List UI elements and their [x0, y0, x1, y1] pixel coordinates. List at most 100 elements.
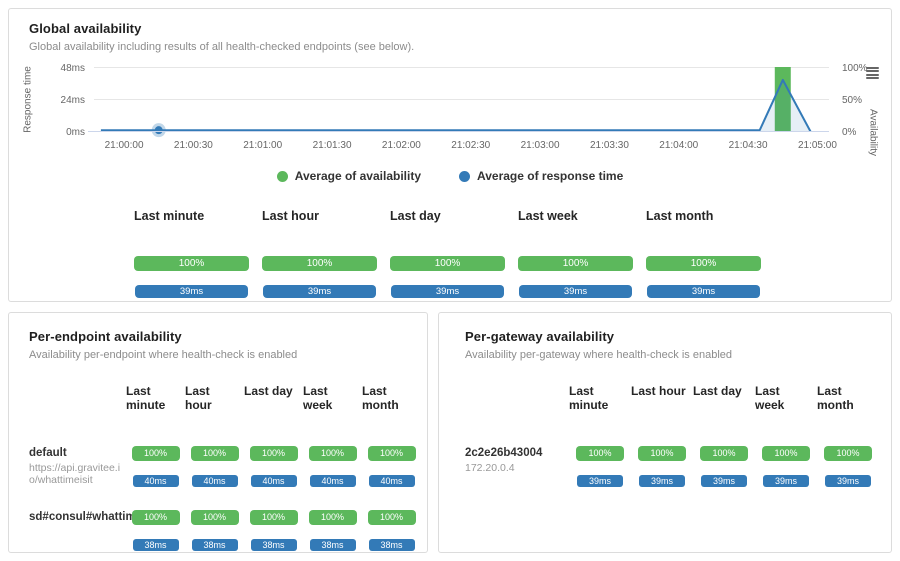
health-check-dashboard: Global availability Global availability …	[0, 0, 900, 561]
global-availability-subtitle: Global availability including results of…	[29, 41, 871, 53]
x-axis-tick-label: 21:01:30	[313, 140, 352, 151]
x-axis-tick-label: 21:04:30	[729, 140, 768, 151]
response-time-badge: 39ms	[763, 475, 809, 487]
availability-badge: 100%	[518, 256, 633, 271]
x-axis-tick-label: 21:01:00	[243, 140, 282, 151]
per-endpoint-availability-card: Per-endpoint availability Availability p…	[8, 312, 428, 553]
availability-badge: 100%	[132, 510, 180, 525]
availability-badge: 100%	[191, 510, 239, 525]
column-header: Last minute	[126, 385, 185, 413]
column-header: Last minute	[569, 385, 631, 413]
left-axis-tick-label: 24ms	[45, 95, 85, 106]
endpoint-row-header: sd#consul#whattimeisit	[29, 510, 126, 551]
response-time-badge: 39ms	[263, 285, 376, 298]
table-cell: 100% 40ms	[244, 446, 303, 487]
chart-legend: Average of availability Average of respon…	[29, 169, 871, 183]
left-axis-title: Response time	[23, 55, 34, 145]
availability-badge: 100%	[368, 510, 416, 525]
table-corner-cell	[29, 385, 126, 413]
table-cell: 100% 39ms	[755, 446, 817, 487]
availability-badge: 100%	[250, 446, 298, 461]
summary-period-label: Last day	[390, 209, 518, 223]
global-availability-card: Global availability Global availability …	[8, 8, 892, 302]
response-time-badge: 39ms	[577, 475, 623, 487]
left-axis-tick-label: 0ms	[45, 127, 85, 138]
column-header: Last day	[244, 385, 303, 413]
per-gateway-availability-card: Per-gateway availability Availability pe…	[438, 312, 892, 553]
x-axis-tick-label: 21:00:30	[174, 140, 213, 151]
legend-dot-icon	[277, 171, 288, 182]
response-time-badge: 39ms	[647, 285, 760, 298]
x-axis-tick-label: 21:03:30	[590, 140, 629, 151]
x-axis-tick-label: 21:02:30	[451, 140, 490, 151]
table-cell: 100% 39ms	[817, 446, 879, 487]
table-cell: 100%39ms	[693, 446, 755, 487]
table-cell: 100% 39ms	[569, 446, 631, 487]
response-time-badge: 40ms	[192, 475, 238, 487]
per-gateway-title: Per-gateway availability	[465, 329, 891, 344]
right-axis-tick-label: 50%	[842, 95, 862, 106]
column-header: Last day	[693, 385, 755, 413]
x-axis-tick-label: 21:00:00	[105, 140, 144, 151]
row-spacer	[29, 413, 421, 446]
response-time-badge: 38ms	[133, 539, 179, 551]
availability-badge: 100%	[824, 446, 872, 461]
global-availability-chart[interactable]: Response time Availability 0ms24ms48ms 0…	[9, 59, 891, 159]
response-time-line	[101, 80, 811, 132]
right-axis-title: Availability	[868, 93, 879, 173]
response-time-badge: 38ms	[192, 539, 238, 551]
availability-summary: Last minute100%39msLast hour100%39msLast…	[29, 209, 871, 298]
summary-column: Last minute100%39ms	[134, 209, 262, 298]
right-axis-tick-label: 0%	[842, 127, 856, 138]
legend-item[interactable]: Average of availability	[277, 169, 421, 183]
row-spacer	[29, 487, 421, 510]
response-time-badge: 38ms	[251, 539, 297, 551]
chart-plot-area[interactable]	[94, 67, 829, 132]
availability-badge: 100%	[576, 446, 624, 461]
column-header: Last month	[817, 385, 879, 413]
summary-column: Last day100%39ms	[390, 209, 518, 298]
table-corner-cell	[465, 385, 569, 413]
availability-badge: 100%	[368, 446, 416, 461]
table-cell: 100% 40ms	[185, 446, 244, 487]
gateway-detail: 172.20.0.4	[465, 462, 569, 474]
per-gateway-subtitle: Availability per-gateway where health-ch…	[465, 349, 891, 361]
summary-period-label: Last hour	[262, 209, 390, 223]
summary-column: Last week100%39ms	[518, 209, 646, 298]
x-axis-tick-label: 21:02:00	[382, 140, 421, 151]
gateway-name: 2c2e26b43004	[465, 447, 569, 459]
legend-label: Average of response time	[477, 169, 623, 183]
column-header: Last week	[303, 385, 362, 413]
response-time-badge: 38ms	[310, 539, 356, 551]
response-time-badge: 40ms	[251, 475, 297, 487]
left-axis-tick-label: 48ms	[45, 63, 85, 74]
column-header: Last hour	[631, 385, 693, 413]
endpoint-name: sd#consul#whattimeisit	[29, 511, 126, 523]
response-time-badge: 39ms	[391, 285, 504, 298]
gateway-row-header: 2c2e26b43004 172.20.0.4	[465, 446, 569, 487]
availability-badge: 100%	[309, 510, 357, 525]
legend-dot-icon	[459, 171, 470, 182]
summary-column: Last month100%39ms	[646, 209, 774, 298]
response-time-badge: 39ms	[825, 475, 871, 487]
availability-badge: 100%	[762, 446, 810, 461]
endpoint-detail: https://api.gravitee.io/whattimeisit	[29, 462, 126, 486]
table-cell: 100% 38ms	[126, 510, 185, 551]
table-cell: 100%40ms	[126, 446, 185, 487]
endpoint-availability-table: Last minuteLast hourLast dayLast weekLas…	[29, 385, 427, 551]
x-axis-tick-label: 21:03:00	[521, 140, 560, 151]
availability-badge: 100%	[309, 446, 357, 461]
global-availability-title: Global availability	[29, 21, 871, 36]
availability-badge: 100%	[646, 256, 761, 271]
summary-period-label: Last week	[518, 209, 646, 223]
table-cell: 100%38ms	[244, 510, 303, 551]
right-axis-tick-label: 100%	[842, 63, 868, 74]
x-axis-tick-label: 21:04:00	[659, 140, 698, 151]
per-endpoint-title: Per-endpoint availability	[29, 329, 427, 344]
row-spacer	[465, 413, 879, 446]
availability-badge: 100%	[191, 446, 239, 461]
availability-badge: 100%	[262, 256, 377, 271]
response-time-badge: 40ms	[310, 475, 356, 487]
legend-item[interactable]: Average of response time	[459, 169, 623, 183]
availability-badge: 100%	[638, 446, 686, 461]
